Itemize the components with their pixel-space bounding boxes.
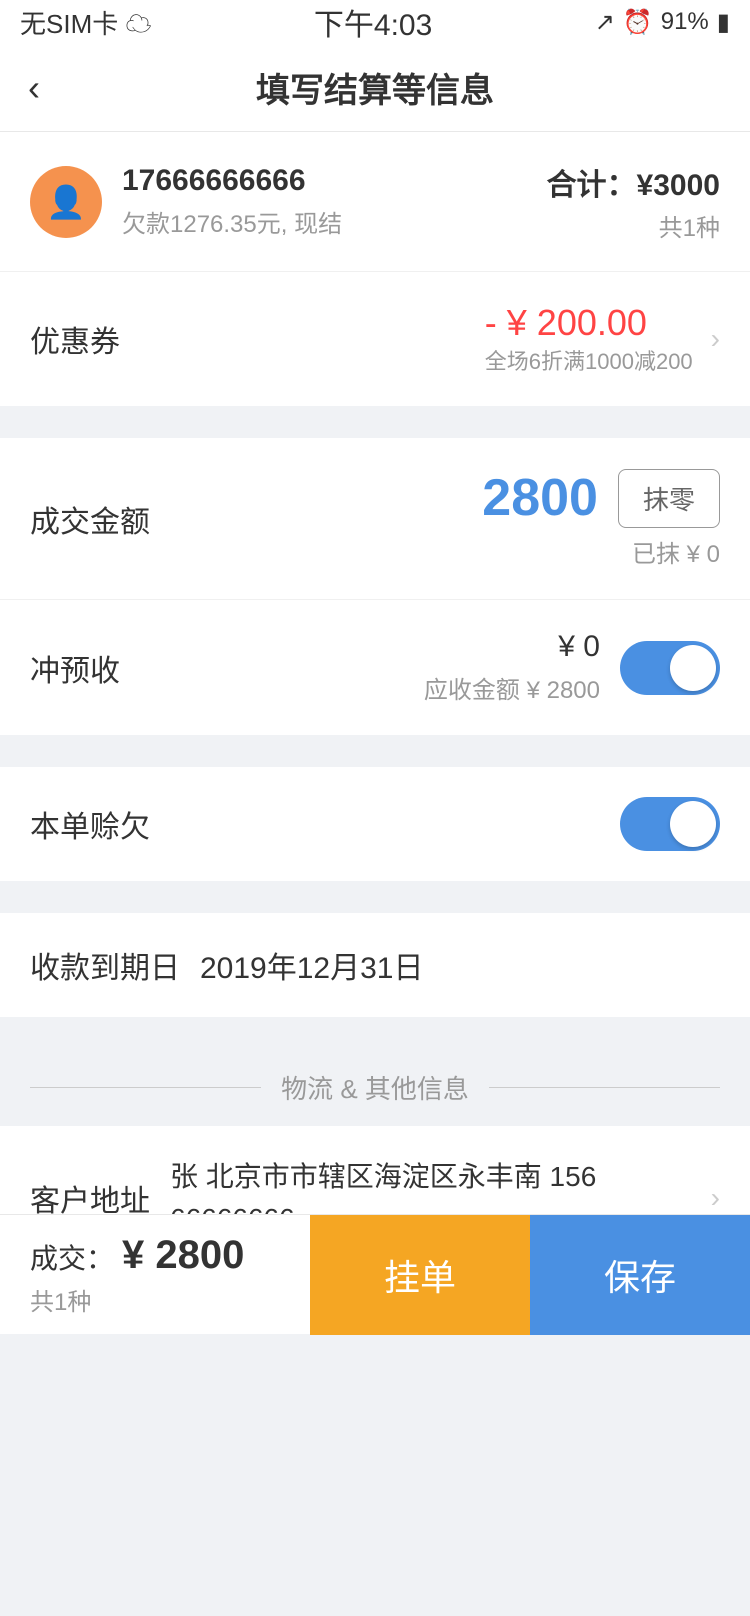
credit-row: 本单赊欠 [0,767,750,881]
coupon-amount: - ¥ 200.00 [485,302,693,344]
alarm-icon: ⏰ [623,8,653,37]
round-down-button[interactable]: 抹零 [618,469,720,528]
divider-line-left [30,1087,261,1088]
coupon-right: - ¥ 200.00 全场6折满1000减200 › [485,302,720,376]
status-time: 下午4:03 [314,0,432,44]
divider-line-right [489,1087,720,1088]
status-right: ↗ ⏰ 91% ▮ [595,8,730,37]
due-date-value: 2019年12月31日 [200,943,423,987]
status-left: 无SIM卡 ☁ [20,4,151,41]
deal-amount-value: 2800 [482,468,598,528]
battery-icon: ▮ [717,8,730,37]
deal-amount-right: 2800 抹零 已抹 ¥ 0 [482,468,720,569]
separator-3 [0,897,750,913]
toggle-knob [670,645,716,691]
deal-amount-value-row: 2800 抹零 [482,468,720,528]
total-count: 共1种 [547,208,720,243]
customer-row: 👤 17666666666 欠款1276.35元, 现结 合计：¥3000 共1… [0,132,750,271]
prepay-amount: ¥ 0 [424,630,600,664]
deal-amount-card: 成交金额 2800 抹零 已抹 ¥ 0 冲预收 ¥ 0 应收金额 ¥ 2800 [0,438,750,735]
bottom-info: 成交： ¥ 2800 共1种 [0,1233,310,1317]
customer-total: 合计：¥3000 共1种 [547,160,720,243]
credit-card: 本单赊欠 [0,767,750,881]
due-date-card: 收款到期日 2019年12月31日 [0,913,750,1017]
deal-amount-row: 成交金额 2800 抹零 已抹 ¥ 0 [0,438,750,600]
hold-button[interactable]: 挂单 [310,1215,530,1335]
avatar: 👤 [30,166,102,238]
prepay-toggle[interactable] [620,641,720,695]
save-button-label: 保存 [604,1249,676,1301]
credit-label: 本单赊欠 [30,802,150,846]
prepay-label: 冲预收 [30,646,120,690]
address-chevron-icon: › [711,1182,720,1214]
hold-button-label: 挂单 [384,1249,456,1301]
coupon-chevron-icon: › [711,323,720,355]
prepay-sub: 应收金额 ¥ 2800 [424,670,600,705]
separator-4 [0,1033,750,1049]
avatar-icon: 👤 [46,183,86,221]
prepay-row: 冲预收 ¥ 0 应收金额 ¥ 2800 [0,600,750,735]
due-date-label: 收款到期日 [30,943,180,987]
credit-toggle[interactable] [620,797,720,851]
location-icon: ↗ [595,8,615,37]
logistics-label: 物流 & 其他信息 [281,1069,469,1106]
customer-card: 👤 17666666666 欠款1276.35元, 现结 合计：¥3000 共1… [0,132,750,406]
deal-amount-sub: 已抹 ¥ 0 [482,534,720,569]
battery-status: 91% [661,8,709,36]
total-amount: 合计：¥3000 [547,160,720,204]
coupon-label: 优惠券 [30,317,120,361]
customer-sub: 欠款1276.35元, 现结 [122,204,342,239]
bottom-amount: ¥ 2800 [122,1233,244,1278]
coupon-desc: 全场6折满1000减200 [485,344,693,376]
status-bar: 无SIM卡 ☁ 下午4:03 ↗ ⏰ 91% ▮ [0,0,750,44]
separator-1 [0,422,750,438]
customer-phone: 17666666666 [122,164,342,198]
sim-status: 无SIM卡 ☁ [20,4,151,41]
bottom-count: 共1种 [30,1282,280,1317]
prepay-amount-area: ¥ 0 应收金额 ¥ 2800 [424,630,600,705]
back-button[interactable]: ‹ [28,67,40,109]
customer-info: 17666666666 欠款1276.35元, 现结 [122,164,342,239]
nav-bar: ‹ 填写结算等信息 [0,44,750,132]
prepay-right: ¥ 0 应收金额 ¥ 2800 [424,630,720,705]
deal-amount-label: 成交金额 [30,497,150,541]
page-title: 填写结算等信息 [256,63,494,112]
logistics-section: 物流 & 其他信息 [0,1049,750,1126]
bottom-title: 成交： [30,1237,114,1277]
separator-2 [0,751,750,767]
credit-toggle-knob [670,801,716,847]
coupon-row[interactable]: 优惠券 - ¥ 200.00 全场6折满1000减200 › [0,271,750,406]
bottom-bar: 成交： ¥ 2800 共1种 挂单 保存 [0,1214,750,1334]
customer-left: 👤 17666666666 欠款1276.35元, 现结 [30,164,342,239]
due-date-row: 收款到期日 2019年12月31日 [0,913,750,1017]
coupon-info: - ¥ 200.00 全场6折满1000减200 [485,302,693,376]
save-button[interactable]: 保存 [530,1215,750,1335]
